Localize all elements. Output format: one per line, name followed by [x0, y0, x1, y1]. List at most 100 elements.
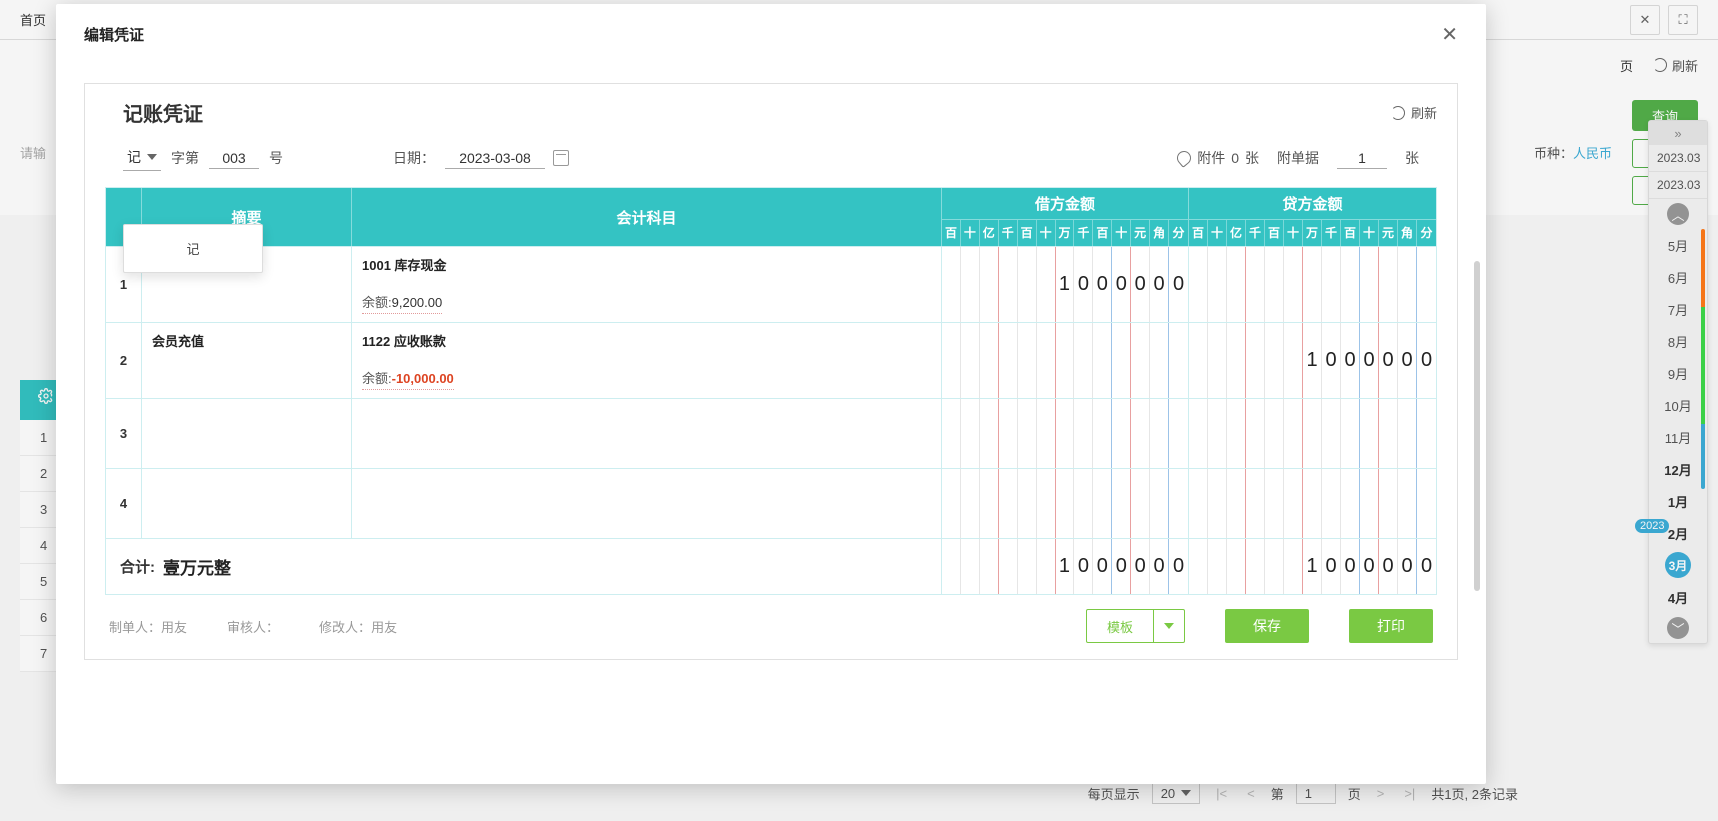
digit-cell: [1093, 399, 1112, 468]
digit-cell: [999, 469, 1018, 538]
digit-cell: 0: [1169, 539, 1188, 594]
credit-cell[interactable]: 1000000: [1189, 323, 1436, 398]
digit-cell: [1284, 323, 1303, 398]
digit-cell: 1: [1056, 539, 1075, 594]
col-debit-header: 借方金额: [942, 188, 1188, 220]
debit-cell[interactable]: [942, 399, 1189, 468]
summary-cell[interactable]: [142, 469, 352, 538]
save-button[interactable]: 保存: [1225, 609, 1309, 643]
digit-cell: [1074, 399, 1093, 468]
voucher-total-row: 合计: 壹万元整 10000001000000: [106, 538, 1436, 594]
digit-cell: [1379, 247, 1398, 322]
scrollbar[interactable]: [1474, 261, 1480, 591]
digit-cell: [961, 247, 980, 322]
danju-count-input[interactable]: [1337, 148, 1387, 169]
voucher-type-select[interactable]: 记: [123, 145, 161, 171]
account-cell[interactable]: 1122 应收账款余额:-10,000.00: [352, 323, 942, 398]
digit-cell: [1227, 539, 1246, 594]
account-cell[interactable]: [352, 399, 942, 468]
digit-cell: [1303, 469, 1322, 538]
digit-cell: 0: [1322, 539, 1341, 594]
digit-cell: [1150, 399, 1169, 468]
digit-cell: [1398, 469, 1417, 538]
digit-cell: [1322, 247, 1341, 322]
amount-unit: 十: [1360, 220, 1379, 246]
maker-label: 制单人：用友: [109, 617, 187, 636]
voucher-row[interactable]: 2会员充值1122 应收账款余额:-10,000.001000000: [106, 322, 1436, 398]
digit-cell: [1093, 469, 1112, 538]
credit-cell[interactable]: [1189, 399, 1436, 468]
digit-cell: [999, 323, 1018, 398]
digit-cell: [1018, 247, 1037, 322]
amount-unit: 十: [1284, 220, 1303, 246]
credit-cell[interactable]: [1189, 247, 1436, 322]
paperclip-icon: [1174, 148, 1194, 168]
digit-cell: 0: [1169, 247, 1188, 322]
label-danju-unit: 张: [1405, 148, 1419, 168]
digit-cell: [1112, 399, 1131, 468]
digit-cell: [1303, 399, 1322, 468]
digit-cell: [1322, 399, 1341, 468]
digit-cell: 0: [1074, 247, 1093, 322]
digit-cell: [1112, 469, 1131, 538]
digit-cell: [1417, 469, 1436, 538]
digit-cell: [961, 539, 980, 594]
print-button[interactable]: 打印: [1349, 609, 1433, 643]
summary-cell[interactable]: [142, 399, 352, 468]
digit-cell: [961, 399, 980, 468]
amount-unit: 十: [1037, 220, 1056, 246]
total-words: 壹万元整: [163, 554, 231, 579]
voucher-type-option[interactable]: 记: [124, 225, 262, 272]
digit-cell: [1246, 469, 1265, 538]
debit-cell[interactable]: 1000000: [942, 247, 1189, 322]
voucher-row[interactable]: 4: [106, 468, 1436, 538]
voucher-row[interactable]: 3: [106, 398, 1436, 468]
digit-cell: [1379, 399, 1398, 468]
digit-cell: [1208, 399, 1227, 468]
digit-cell: 1: [1056, 247, 1075, 322]
digit-cell: [999, 399, 1018, 468]
digit-cell: 0: [1322, 323, 1341, 398]
digit-cell: [1074, 323, 1093, 398]
credit-cell[interactable]: [1189, 469, 1436, 538]
amount-unit: 万: [1303, 220, 1322, 246]
voucher-panel-title: 记账凭证: [123, 98, 203, 127]
total-credit: 1000000: [1189, 539, 1436, 594]
digit-cell: [1131, 399, 1150, 468]
digit-cell: 0: [1341, 323, 1360, 398]
voucher-date-input[interactable]: [445, 148, 545, 169]
amount-unit: 千: [999, 220, 1018, 246]
voucher-seq-input[interactable]: [209, 148, 259, 169]
debit-cell[interactable]: [942, 469, 1189, 538]
digit-cell: 1: [1303, 323, 1322, 398]
digit-cell: 0: [1112, 539, 1131, 594]
amount-unit: 百: [942, 220, 961, 246]
total-label: 合计:: [120, 556, 155, 577]
digit-cell: [1056, 399, 1075, 468]
account-cell[interactable]: 1001 库存现金余额:9,200.00: [352, 247, 942, 322]
digit-cell: 0: [1398, 539, 1417, 594]
voucher-refresh-button[interactable]: 刷新: [1391, 98, 1437, 127]
digit-cell: [1208, 469, 1227, 538]
attachments-link[interactable]: 附件 0 张: [1177, 148, 1259, 168]
total-debit: 1000000: [942, 539, 1189, 594]
amount-unit: 万: [1056, 220, 1075, 246]
digit-cell: [1284, 399, 1303, 468]
digit-cell: [980, 323, 999, 398]
debit-cell[interactable]: [942, 323, 1189, 398]
digit-cell: [1169, 469, 1188, 538]
voucher-row[interactable]: 1会员充值1001 库存现金余额:9,200.001000000: [106, 246, 1436, 322]
digit-cell: [1284, 247, 1303, 322]
label-date: 日期：: [393, 148, 435, 168]
modal-close-button[interactable]: ✕: [1441, 22, 1458, 47]
digit-cell: 0: [1360, 539, 1379, 594]
account-cell[interactable]: [352, 469, 942, 538]
summary-cell[interactable]: 会员充值: [142, 323, 352, 398]
template-button[interactable]: 模板: [1086, 609, 1185, 643]
calendar-icon[interactable]: [553, 150, 569, 166]
amount-unit: 百: [1018, 220, 1037, 246]
digit-cell: [1265, 323, 1284, 398]
digit-cell: [1189, 247, 1208, 322]
amount-unit: 元: [1379, 220, 1398, 246]
amount-unit: 亿: [980, 220, 999, 246]
